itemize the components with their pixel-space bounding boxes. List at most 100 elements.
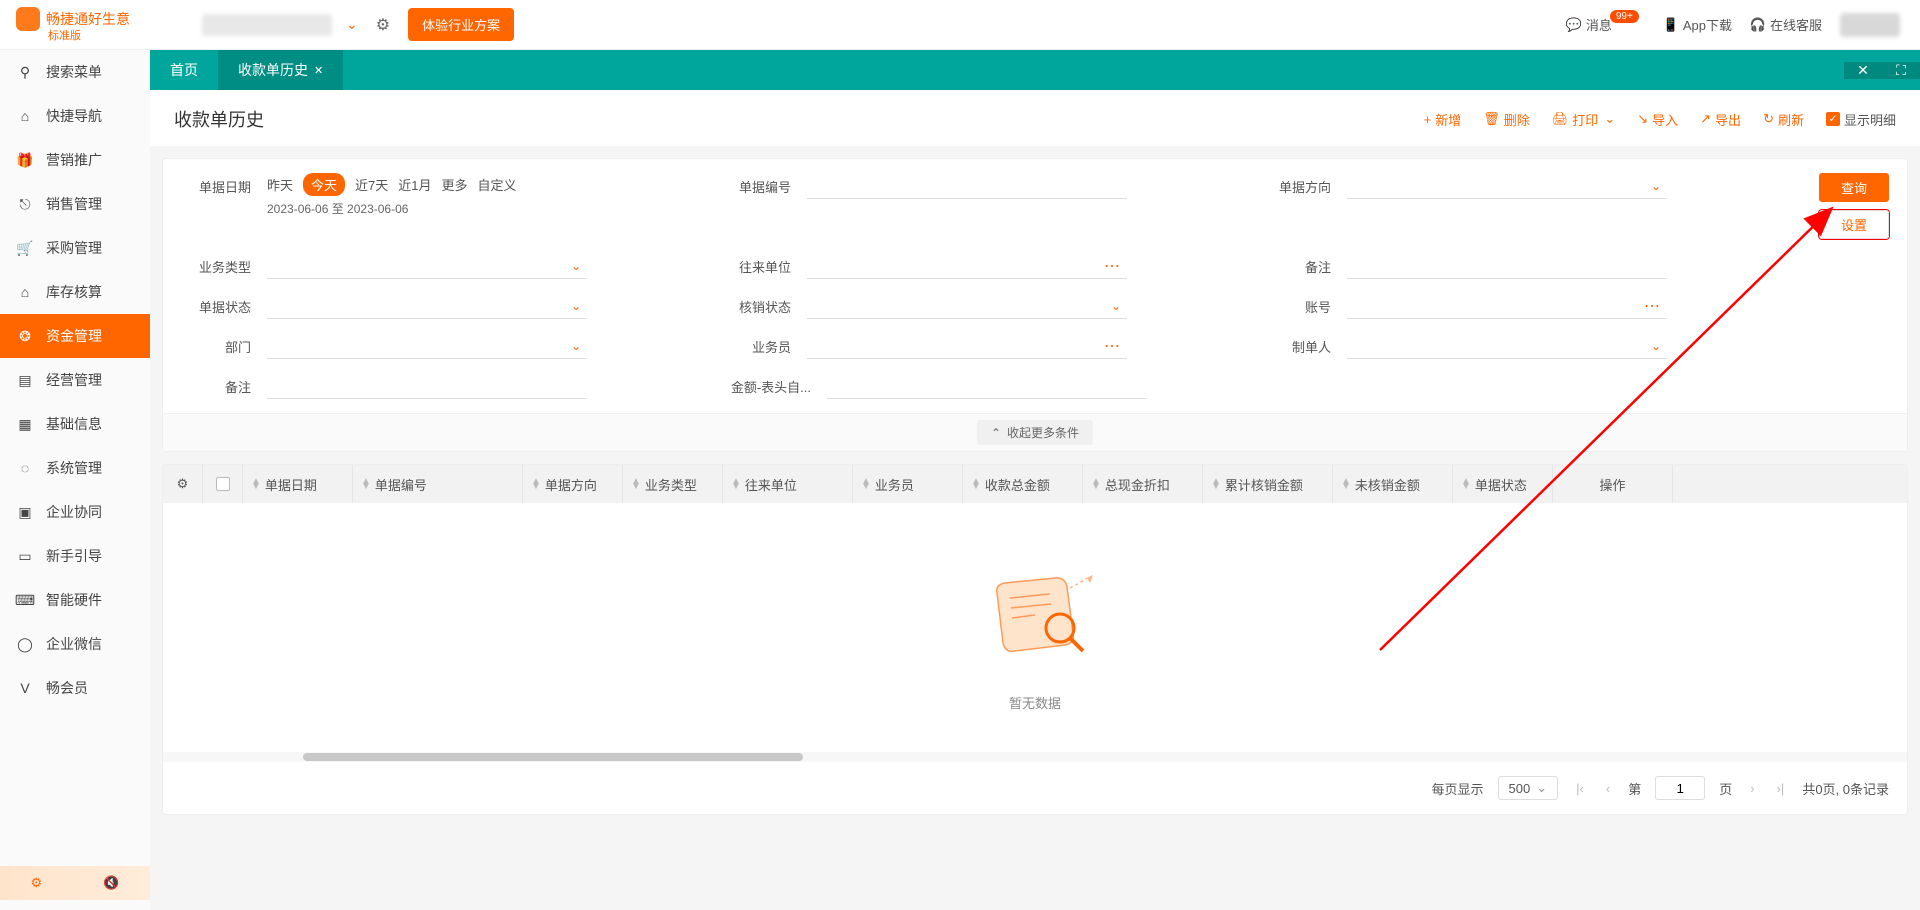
status-label: 单据状态 bbox=[181, 293, 251, 316]
org-selector[interactable]: ⌄ bbox=[202, 14, 358, 36]
collapse-filters-button[interactable]: ⌃收起更多条件 bbox=[163, 413, 1907, 451]
refresh-button[interactable]: ↻刷新 bbox=[1763, 110, 1804, 129]
tab-收款单历史[interactable]: 收款单历史✕ bbox=[218, 50, 343, 90]
vip-icon: V bbox=[16, 679, 34, 697]
column-label: 总现金折扣 bbox=[1105, 475, 1170, 494]
verify-status-select[interactable]: ⌄ bbox=[807, 293, 1127, 319]
search-icon: ⚲ bbox=[16, 63, 34, 81]
promo-button[interactable]: 体验行业方案 bbox=[408, 8, 514, 41]
manage-icon: ▤ bbox=[16, 371, 34, 389]
sidebar-item-vip[interactable]: V畅会员 bbox=[0, 666, 150, 710]
date-chip-more[interactable]: 更多 bbox=[442, 175, 468, 194]
sidebar-item-guide[interactable]: ▭新手引导 bbox=[0, 534, 150, 578]
date-chip-today[interactable]: 今天 bbox=[303, 173, 345, 196]
doc-no-label: 单据编号 bbox=[721, 173, 791, 196]
date-chip-7d[interactable]: 近7天 bbox=[355, 175, 388, 194]
next-page-button[interactable]: › bbox=[1746, 781, 1758, 796]
sale-icon: ⎋ bbox=[16, 195, 34, 213]
sidebar-item-fund[interactable]: ❂资金管理 bbox=[0, 314, 150, 358]
sidebar-item-collab[interactable]: ▣企业协同 bbox=[0, 490, 150, 534]
column-header[interactable]: ▲▼收款总金额 bbox=[963, 465, 1083, 503]
export-icon: ↗ bbox=[1700, 111, 1711, 127]
staff-select[interactable]: ⋯ bbox=[807, 333, 1127, 359]
import-button[interactable]: ↘导入 bbox=[1637, 110, 1678, 129]
date-chip-1m[interactable]: 近1月 bbox=[398, 175, 431, 194]
sidebar-item-cart[interactable]: 🛒采购管理 bbox=[0, 226, 150, 270]
direction-select[interactable]: ⌄ bbox=[1347, 173, 1667, 199]
user-avatar-blurred[interactable] bbox=[1840, 13, 1900, 37]
horizontal-scrollbar[interactable] bbox=[163, 752, 1907, 762]
toolbar: +新增 🗑删除 🖨打印⌄ ↘导入 ↗导出 ↻刷新 ✓显示明细 bbox=[1424, 110, 1896, 129]
add-button[interactable]: +新增 bbox=[1424, 110, 1462, 129]
biz-type-select[interactable]: ⌄ bbox=[267, 253, 587, 279]
column-header[interactable]: ▲▼业务类型 bbox=[623, 465, 723, 503]
remark-input[interactable] bbox=[1347, 253, 1667, 279]
close-icon[interactable]: ✕ bbox=[314, 64, 323, 77]
page-input[interactable] bbox=[1655, 776, 1705, 800]
page-header: 收款单历史 +新增 🗑删除 🖨打印⌄ ↘导入 ↗导出 ↻刷新 ✓显示明细 bbox=[150, 90, 1920, 146]
sidebar-item-home[interactable]: ⌂快捷导航 bbox=[0, 94, 150, 138]
fullscreen-button[interactable]: ⛶ bbox=[1882, 62, 1920, 79]
sidebar-item-hardware[interactable]: ⌨智能硬件 bbox=[0, 578, 150, 622]
per-page-select[interactable]: 500⌄ bbox=[1498, 776, 1559, 800]
column-header[interactable]: ▲▼单据编号 bbox=[353, 465, 523, 503]
sidebar-footer: ⚙ 🔇 bbox=[0, 866, 150, 900]
tab-首页[interactable]: 首页 bbox=[150, 50, 218, 90]
first-page-button[interactable]: |‹ bbox=[1572, 781, 1588, 796]
delete-button[interactable]: 🗑删除 bbox=[1483, 110, 1530, 129]
import-icon: ↘ bbox=[1637, 111, 1648, 127]
account-select[interactable]: ⋯ bbox=[1347, 293, 1667, 319]
select-all-checkbox[interactable] bbox=[203, 465, 243, 503]
app-download-button[interactable]: 📱 App下载 bbox=[1663, 15, 1732, 34]
sidebar-item-system[interactable]: ◌系统管理 bbox=[0, 446, 150, 490]
partner-select[interactable]: ⋯ bbox=[807, 253, 1127, 279]
top-header: 畅捷通好生意 标准版 ⌄ ⚙ 体验行业方案 💬 消息 99+ 📱 App下载 🎧… bbox=[0, 0, 1920, 50]
column-header[interactable]: 操作 bbox=[1553, 465, 1673, 503]
system-icon: ◌ bbox=[16, 459, 34, 477]
sidebar-item-data[interactable]: ▦基础信息 bbox=[0, 402, 150, 446]
sidebar-item-gift[interactable]: 🎁营销推广 bbox=[0, 138, 150, 182]
search-button[interactable]: 查询 bbox=[1819, 173, 1889, 202]
more-icon: ⋯ bbox=[1104, 256, 1121, 276]
sidebar-item-wecom[interactable]: ◯企业微信 bbox=[0, 622, 150, 666]
doc-no-input[interactable] bbox=[807, 173, 1127, 199]
settings-button[interactable]: 设置 bbox=[1819, 210, 1889, 239]
column-header[interactable]: ▲▼累计核销金额 bbox=[1203, 465, 1333, 503]
creator-select[interactable]: ⌄ bbox=[1347, 333, 1667, 359]
remark2-input[interactable] bbox=[267, 373, 587, 399]
amount-head-input[interactable] bbox=[827, 373, 1147, 399]
footer-gear-icon[interactable]: ⚙ bbox=[31, 875, 43, 891]
print-button[interactable]: 🖨打印⌄ bbox=[1552, 110, 1615, 129]
export-button[interactable]: ↗导出 bbox=[1700, 110, 1741, 129]
scrollbar-thumb[interactable] bbox=[303, 753, 803, 761]
column-header[interactable]: ▲▼单据日期 bbox=[243, 465, 353, 503]
column-header[interactable]: ▲▼单据方向 bbox=[523, 465, 623, 503]
sidebar-item-warehouse[interactable]: ⌂库存核算 bbox=[0, 270, 150, 314]
sidebar-item-sale[interactable]: ⎋销售管理 bbox=[0, 182, 150, 226]
last-page-button[interactable]: ›| bbox=[1773, 781, 1789, 796]
sidebar: ⚲搜索菜单⌂快捷导航🎁营销推广⎋销售管理🛒采购管理⌂库存核算❂资金管理▤经营管理… bbox=[0, 50, 150, 910]
sidebar-item-manage[interactable]: ▤经营管理 bbox=[0, 358, 150, 402]
column-header[interactable]: ▲▼ 总现金折扣 bbox=[1083, 465, 1203, 503]
column-header[interactable]: ▲▼未核销金额 bbox=[1333, 465, 1453, 503]
show-detail-toggle[interactable]: ✓显示明细 bbox=[1826, 110, 1896, 129]
date-chip-custom[interactable]: 自定义 bbox=[478, 175, 517, 194]
status-select[interactable]: ⌄ bbox=[267, 293, 587, 319]
table-settings-button[interactable]: ⚙ bbox=[163, 465, 203, 503]
sidebar-item-search[interactable]: ⚲搜索菜单 bbox=[0, 50, 150, 94]
more-icon: ⋯ bbox=[1644, 296, 1661, 316]
footer-sound-icon[interactable]: 🔇 bbox=[103, 875, 119, 891]
column-header[interactable]: ▲▼往来单位 bbox=[723, 465, 853, 503]
customer-service-button[interactable]: 🎧 在线客服 bbox=[1750, 15, 1822, 34]
main-content: 收款单历史 +新增 🗑删除 🖨打印⌄ ↘导入 ↗导出 ↻刷新 ✓显示明细 单据日… bbox=[150, 90, 1920, 910]
messages-button[interactable]: 💬 消息 99+ bbox=[1566, 15, 1645, 34]
chevron-up-icon: ⌃ bbox=[991, 426, 1001, 440]
column-header[interactable]: ▲▼业务员 bbox=[853, 465, 963, 503]
sort-icon: ▲▼ bbox=[1091, 479, 1101, 489]
dept-select[interactable]: ⌄ bbox=[267, 333, 587, 359]
column-header[interactable]: ▲▼单据状态 bbox=[1453, 465, 1553, 503]
date-chip-yesterday[interactable]: 昨天 bbox=[267, 175, 293, 194]
tab-close-all-button[interactable]: ✕ bbox=[1844, 62, 1882, 79]
settings-icon[interactable]: ⚙ bbox=[376, 15, 390, 35]
prev-page-button[interactable]: ‹ bbox=[1602, 781, 1614, 796]
